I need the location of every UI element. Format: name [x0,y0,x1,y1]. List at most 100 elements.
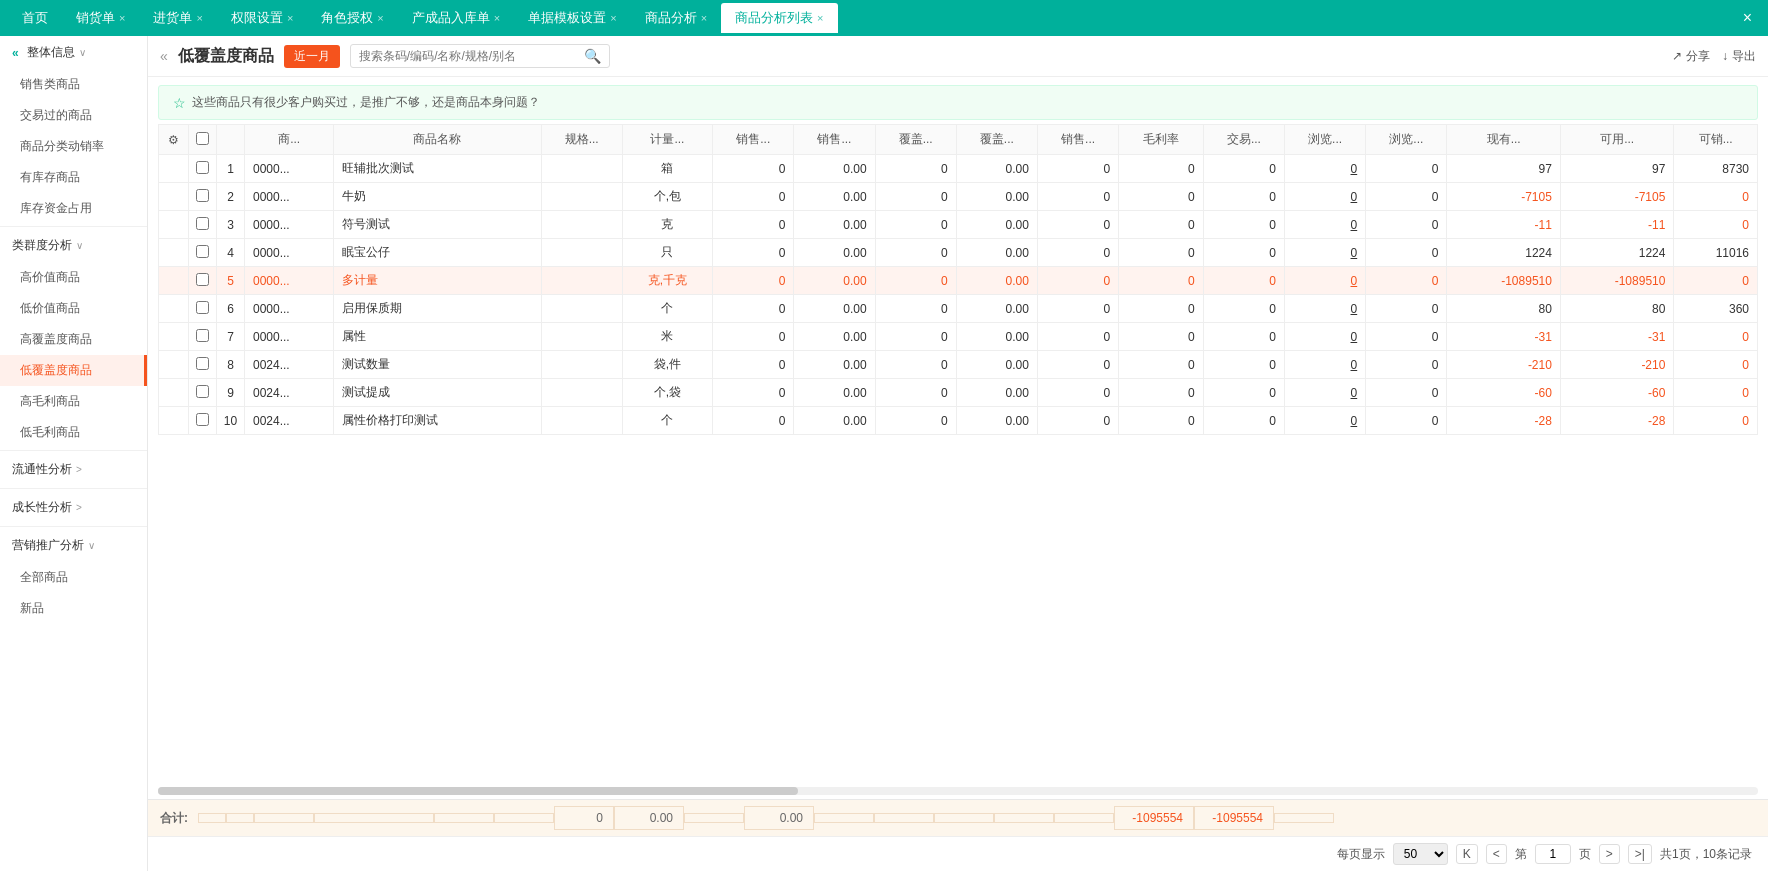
close-icon[interactable]: × [287,12,293,24]
sidebar-section-growth[interactable]: 成长性分析 > [0,491,147,524]
sidebar-item-stock-fund[interactable]: 库存资金占用 [0,193,147,224]
page-size-select[interactable]: 50 100 200 [1393,843,1448,865]
sidebar-item-high-value[interactable]: 高价值商品 [0,262,147,293]
cell-view1[interactable]: 0 [1285,267,1366,295]
sidebar-item-new-products[interactable]: 新品 [0,593,147,624]
row-checkbox[interactable] [196,385,209,398]
cell-view1[interactable]: 0 [1285,407,1366,435]
page-number-input[interactable] [1535,844,1571,864]
cell-view1[interactable]: 0 [1285,351,1366,379]
cell-view1[interactable]: 0 [1285,379,1366,407]
period-button[interactable]: 近一月 [284,45,340,68]
row-checkbox[interactable] [196,189,209,202]
cell-view1[interactable]: 0 [1285,295,1366,323]
col-cover2[interactable]: 覆盖... [956,125,1037,155]
sidebar-item-all-products[interactable]: 全部商品 [0,562,147,593]
horizontal-scrollbar[interactable] [158,787,1758,795]
cell-trade: 0 [1203,239,1284,267]
last-page-button[interactable]: >| [1628,844,1652,864]
row-checkbox[interactable] [196,301,209,314]
nav-tab-sales[interactable]: 销货单 × [62,3,139,33]
col-name[interactable]: 商品名称 [334,125,541,155]
sidebar-item-high-margin[interactable]: 高毛利商品 [0,386,147,417]
sidebar-item-traded-products[interactable]: 交易过的商品 [0,100,147,131]
nav-tab-template[interactable]: 单据模板设置 × [514,3,630,33]
select-all-checkbox[interactable] [196,132,209,145]
col-stock3[interactable]: 可销... [1674,125,1758,155]
cell-settings [159,211,189,239]
nav-tab-purchase[interactable]: 进货单 × [139,3,216,33]
sidebar-section-class[interactable]: 类群度分析 ∨ [0,229,147,262]
cell-name: 旺辅批次测试 [334,155,541,183]
col-spec[interactable]: 规格... [541,125,622,155]
cell-view1[interactable]: 0 [1285,183,1366,211]
row-checkbox[interactable] [196,413,209,426]
cell-view1[interactable]: 0 [1285,239,1366,267]
row-checkbox[interactable] [196,357,209,370]
sidebar-section-flow[interactable]: 流通性分析 > [0,453,147,486]
col-unit[interactable]: 计量... [622,125,712,155]
sidebar-item-low-margin[interactable]: 低毛利商品 [0,417,147,448]
col-sale-amt[interactable]: 销售... [794,125,875,155]
close-all-button[interactable]: × [1735,9,1760,27]
sidebar-item-low-cover[interactable]: 低覆盖度商品 [0,355,147,386]
col-view1[interactable]: 浏览... [1285,125,1366,155]
first-page-button[interactable]: K [1456,844,1478,864]
close-icon[interactable]: × [119,12,125,24]
sidebar-item-low-value[interactable]: 低价值商品 [0,293,147,324]
cell-checkbox [189,323,217,351]
footer-cell-stock1: -1095554 [1114,806,1194,830]
search-icon[interactable]: 🔍 [584,48,601,64]
sidebar-section-marketing[interactable]: 营销推广分析 ∨ [0,529,147,562]
col-code[interactable]: 商... [245,125,334,155]
col-sale3[interactable]: 销售... [1037,125,1118,155]
export-icon: ↓ [1722,49,1728,63]
nav-tab-home[interactable]: 首页 [8,3,62,33]
cell-stock2: 97 [1560,155,1674,183]
nav-tab-role[interactable]: 角色授权 × [307,3,397,33]
prev-page-button[interactable]: < [1486,844,1507,864]
close-icon[interactable]: × [610,12,616,24]
row-checkbox[interactable] [196,217,209,230]
close-icon[interactable]: × [377,12,383,24]
col-cover1[interactable]: 覆盖... [875,125,956,155]
col-stock2[interactable]: 可用... [1560,125,1674,155]
col-sale-qty[interactable]: 销售... [713,125,794,155]
sidebar-item-category-rate[interactable]: 商品分类动销率 [0,131,147,162]
col-margin[interactable]: 毛利率 [1119,125,1204,155]
search-input[interactable] [359,49,580,63]
col-trade[interactable]: 交易... [1203,125,1284,155]
nav-tab-permissions[interactable]: 权限设置 × [217,3,307,33]
row-checkbox[interactable] [196,161,209,174]
col-view2[interactable]: 浏览... [1366,125,1447,155]
col-settings[interactable]: ⚙ [159,125,189,155]
sidebar-item-sales-products[interactable]: 销售类商品 [0,69,147,100]
scrollbar-thumb[interactable] [158,787,798,795]
cell-view1[interactable]: 0 [1285,323,1366,351]
cell-view2: 0 [1366,407,1447,435]
close-icon[interactable]: × [196,12,202,24]
cell-view1[interactable]: 0 [1285,211,1366,239]
cell-cover2: 0.00 [956,211,1037,239]
nav-tab-analysis[interactable]: 商品分析 × [631,3,721,33]
sidebar-section-overview[interactable]: « 整体信息 ∨ [0,36,147,69]
row-checkbox[interactable] [196,329,209,342]
sidebar-item-high-cover[interactable]: 高覆盖度商品 [0,324,147,355]
row-checkbox[interactable] [196,273,209,286]
col-stock1[interactable]: 现有... [1447,125,1561,155]
sidebar-item-in-stock[interactable]: 有库存商品 [0,162,147,193]
collapse-button[interactable]: « [160,48,168,64]
cell-name: 测试数量 [334,351,541,379]
share-button[interactable]: ↗ 分享 [1672,48,1710,65]
nav-tab-product-in[interactable]: 产成品入库单 × [398,3,514,33]
cell-view1[interactable]: 0 [1285,155,1366,183]
next-page-button[interactable]: > [1599,844,1620,864]
close-icon[interactable]: × [494,12,500,24]
close-icon[interactable]: × [701,12,707,24]
export-button[interactable]: ↓ 导出 [1722,48,1756,65]
cell-checkbox [189,407,217,435]
nav-tab-analysis-list[interactable]: 商品分析列表 × [721,3,837,33]
collapse-sidebar-icon[interactable]: « [12,46,19,60]
close-icon[interactable]: × [817,12,823,24]
row-checkbox[interactable] [196,245,209,258]
